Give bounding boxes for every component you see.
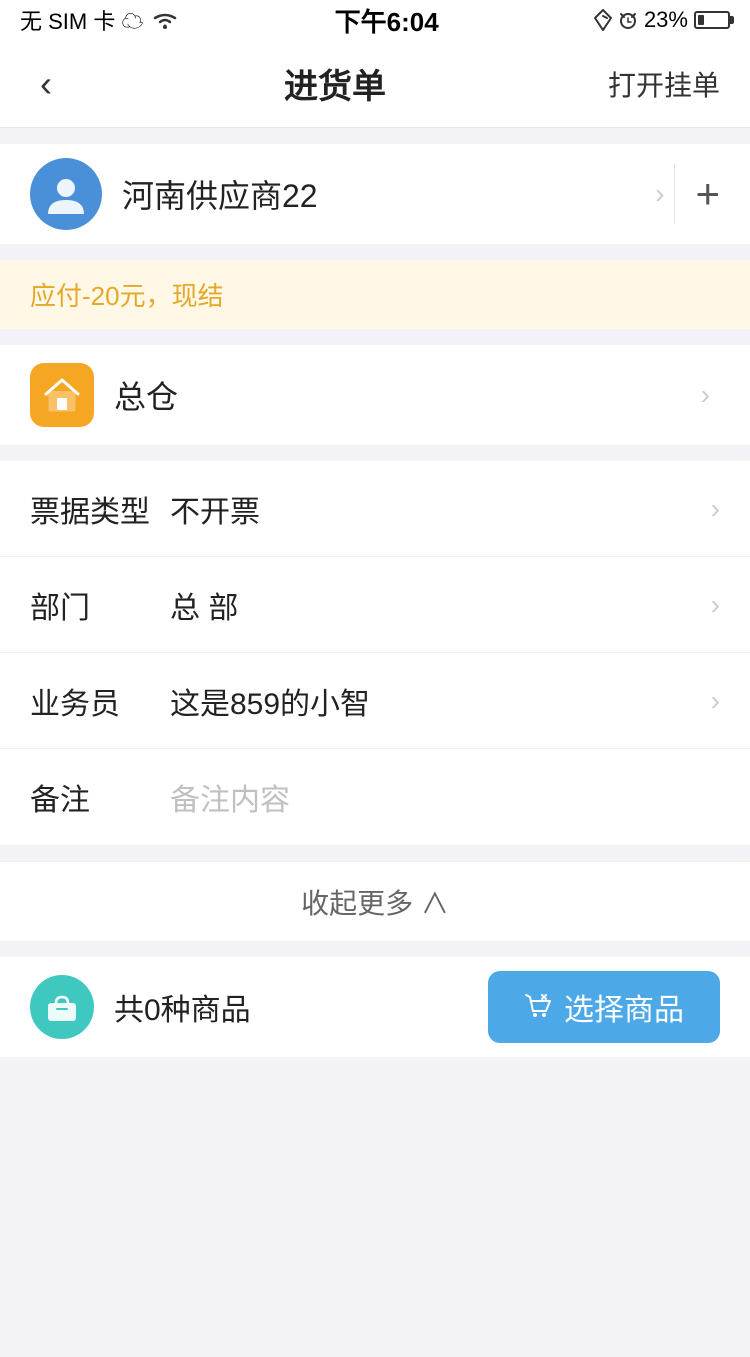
department-row[interactable]: 部门 总 部 › — [0, 557, 750, 653]
page-filler — [0, 1057, 750, 1357]
supplier-avatar — [30, 158, 102, 230]
page-title: 进货单 — [284, 59, 386, 108]
wifi-icon — [151, 10, 179, 30]
warehouse-row[interactable]: 总仓 › — [0, 345, 750, 445]
bottom-bar: 共0种商品 选择商品 — [0, 957, 750, 1057]
supplier-chevron-icon: › — [655, 178, 664, 210]
status-time: 下午6:04 — [335, 2, 439, 39]
home-icon — [44, 378, 80, 412]
invoice-type-chevron-icon: › — [711, 493, 720, 525]
form-section: 票据类型 不开票 › 部门 总 部 › 业务员 这是859的小智 › 备注 备注… — [0, 461, 750, 845]
department-chevron-icon: › — [711, 589, 720, 621]
select-product-label: 选择商品 — [564, 985, 684, 1029]
person-icon — [44, 172, 88, 216]
divider-top — [0, 128, 750, 144]
invoice-type-label: 票据类型 — [30, 487, 170, 531]
supplier-name: 河南供应商22 — [122, 171, 655, 217]
warehouse-icon — [30, 363, 94, 427]
remark-placeholder: 备注内容 — [170, 775, 720, 819]
collapse-row[interactable]: 收起更多 ∧ — [0, 861, 750, 941]
department-value: 总 部 — [170, 583, 711, 627]
main-content: 河南供应商22 › + 应付-20元，现结 总仓 › 票据类型 不开票 › — [0, 128, 750, 1357]
status-right: 23% — [594, 7, 730, 33]
status-bar: 无 SIM 卡 ☁ 下午6:04 23% — [0, 0, 750, 40]
salesperson-label: 业务员 — [30, 679, 170, 723]
bag-icon — [44, 989, 80, 1025]
battery-label: 23% — [644, 7, 688, 33]
product-icon — [30, 975, 94, 1039]
collapse-label: 收起更多 ∧ — [301, 882, 449, 922]
open-pending-button[interactable]: 打开挂单 — [608, 64, 720, 104]
select-product-button[interactable]: 选择商品 — [488, 971, 720, 1043]
status-left: 无 SIM 卡 ☁ — [20, 4, 179, 36]
alarm-icon — [618, 9, 638, 31]
remark-row[interactable]: 备注 备注内容 — [0, 749, 750, 845]
notice-text: 应付-20元，现结 — [30, 281, 224, 311]
back-button[interactable]: ‹ — [30, 53, 62, 115]
notice-bar: 应付-20元，现结 — [0, 260, 750, 329]
location-icon — [594, 9, 612, 31]
invoice-type-row[interactable]: 票据类型 不开票 › — [0, 461, 750, 557]
invoice-type-value: 不开票 — [170, 487, 711, 531]
salesperson-value: 这是859的小智 — [170, 679, 711, 723]
warehouse-chevron-icon: › — [701, 379, 710, 411]
product-count: 共0种商品 — [114, 985, 468, 1029]
remark-label: 备注 — [30, 775, 170, 819]
salesperson-row[interactable]: 业务员 这是859的小智 › — [0, 653, 750, 749]
salesperson-chevron-icon: › — [711, 685, 720, 717]
nav-bar: ‹ 进货单 打开挂单 — [0, 40, 750, 128]
cart-icon — [524, 993, 552, 1021]
supplier-card: 河南供应商22 › + — [0, 144, 750, 244]
battery-icon — [694, 11, 730, 29]
add-button[interactable]: + — [674, 164, 720, 224]
supplier-row[interactable]: 河南供应商22 › + — [0, 144, 750, 244]
sim-label: 无 SIM 卡 ☁ — [20, 4, 143, 36]
department-label: 部门 — [30, 583, 170, 627]
warehouse-name: 总仓 — [114, 372, 701, 418]
